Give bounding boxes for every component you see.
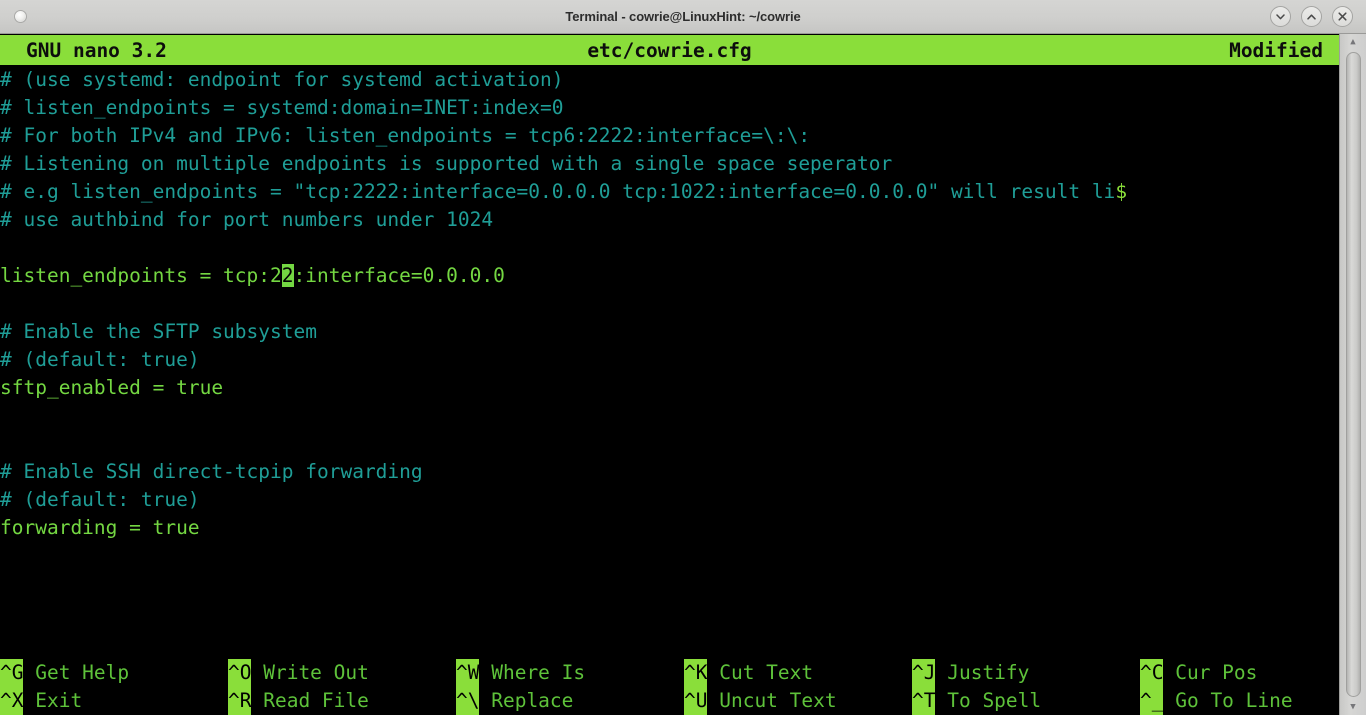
window-menu-dot-icon[interactable] (14, 10, 27, 23)
line-continuation-marker: $ (1115, 180, 1128, 203)
editor-line[interactable]: # listen_endpoints = systemd:domain=INET… (0, 94, 1339, 122)
editor-line[interactable]: # For both IPv4 and IPv6: listen_endpoin… (0, 122, 1339, 150)
shortcut-uncut-text[interactable]: ^U Uncut Text (684, 687, 912, 715)
shortcut-key: ^J (912, 659, 936, 687)
terminal-scrollbar[interactable]: ▲ ▼ (1339, 34, 1366, 715)
shortcut-label: Uncut Text (719, 689, 837, 712)
shortcut-where-is[interactable]: ^W Where Is (456, 659, 684, 687)
shortcut-key: ^G (0, 659, 24, 687)
shortcut-key: ^T (912, 687, 936, 715)
shortcut-to-spell[interactable]: ^T To Spell (912, 687, 1140, 715)
close-icon (1338, 12, 1347, 21)
shortcut-key: ^\ (456, 687, 480, 715)
nano-shortcut-bar: ^G Get Help ^O Write Out ^W Where Is ^K Cut Tex… (0, 655, 1339, 715)
editor-line[interactable]: # (default: true) (0, 346, 1339, 374)
shortcut-label: Write Out (263, 661, 369, 684)
window-controls (1270, 6, 1366, 27)
editor-line[interactable]: # Listening on multiple endpoints is sup… (0, 150, 1339, 178)
terminal-screen[interactable]: GNU nano 3.2 etc/cowrie.cfg Modified # (… (0, 34, 1339, 715)
editor-line[interactable]: # (default: true) (0, 486, 1339, 514)
shortcut-label: Replace (491, 689, 574, 712)
shortcut-key: ^K (684, 659, 708, 687)
nano-title-bar: GNU nano 3.2 etc/cowrie.cfg Modified (0, 34, 1339, 66)
shortcut-label: Exit (35, 689, 83, 712)
shortcut-write-out[interactable]: ^O Write Out (228, 659, 456, 687)
shortcut-go-to-line[interactable]: ^_ Go To Line (1140, 687, 1366, 715)
nano-version-label: GNU nano 3.2 (26, 38, 167, 62)
text-cursor: 2 (281, 264, 294, 287)
maximize-button[interactable] (1301, 6, 1322, 27)
titlebar-left-area (0, 10, 134, 23)
scrollbar-track[interactable] (1340, 50, 1366, 699)
editor-line[interactable]: # (use systemd: endpoint for systemd act… (0, 66, 1339, 94)
close-button[interactable] (1332, 6, 1353, 27)
shortcut-cur-pos[interactable]: ^C Cur Pos (1140, 659, 1366, 687)
shortcut-exit[interactable]: ^X Exit (0, 687, 228, 715)
shortcut-get-help[interactable]: ^G Get Help (0, 659, 228, 687)
shortcut-label: Justify (947, 661, 1030, 684)
editor-line[interactable]: sftp_enabled = true (0, 374, 1339, 402)
editor-line[interactable] (0, 598, 1339, 626)
shortcut-key: ^_ (1140, 687, 1164, 715)
shortcut-read-file[interactable]: ^R Read File (228, 687, 456, 715)
scrollbar-thumb[interactable] (1345, 52, 1361, 697)
editor-line[interactable] (0, 234, 1339, 262)
editor-line[interactable] (0, 542, 1339, 570)
shortcut-label: Get Help (35, 661, 130, 684)
editor-line[interactable] (0, 290, 1339, 318)
shortcut-key: ^C (1140, 659, 1164, 687)
nano-modified-status: Modified (1229, 38, 1323, 62)
terminal-window: Terminal - cowrie@LinuxHint: ~/cowrie GN… (0, 0, 1366, 715)
scrollbar-down-arrow[interactable]: ▼ (1340, 699, 1366, 715)
nano-shortcut-row-1: ^G Get Help ^O Write Out ^W Where Is ^K Cut Tex… (0, 659, 1339, 687)
chevron-down-icon (1276, 13, 1285, 19)
editor-line[interactable]: listen_endpoints = tcp:22:interface=0.0.… (0, 262, 1339, 290)
shortcut-key: ^R (228, 687, 252, 715)
chevron-up-icon (1307, 13, 1316, 20)
shortcut-key: ^O (228, 659, 252, 687)
shortcut-key: ^W (456, 659, 480, 687)
editor-line[interactable] (0, 402, 1339, 430)
editor-line[interactable] (0, 430, 1339, 458)
editor-line[interactable] (0, 570, 1339, 598)
nano-text-buffer[interactable]: # (use systemd: endpoint for systemd act… (0, 66, 1339, 655)
editor-line[interactable]: # Enable the SFTP subsystem (0, 318, 1339, 346)
terminal-body: GNU nano 3.2 etc/cowrie.cfg Modified # (… (0, 34, 1366, 715)
shortcut-cut-text[interactable]: ^K Cut Text (684, 659, 912, 687)
nano-shortcut-row-2: ^X Exit ^R Read File ^\ Replace ^U Uncut Text ^T… (0, 687, 1339, 715)
window-titlebar[interactable]: Terminal - cowrie@LinuxHint: ~/cowrie (0, 0, 1366, 34)
nano-filename-label: etc/cowrie.cfg (587, 38, 752, 62)
editor-line[interactable]: forwarding = true (0, 514, 1339, 542)
shortcut-justify[interactable]: ^J Justify (912, 659, 1140, 687)
shortcut-label: Where Is (491, 661, 586, 684)
shortcut-label: Go To Line (1175, 689, 1293, 712)
shortcut-replace[interactable]: ^\ Replace (456, 687, 684, 715)
window-title: Terminal - cowrie@LinuxHint: ~/cowrie (565, 9, 801, 24)
minimize-button[interactable] (1270, 6, 1291, 27)
shortcut-label: Read File (263, 689, 369, 712)
shortcut-key: ^X (0, 687, 24, 715)
editor-line[interactable]: # Enable SSH direct-tcpip forwarding (0, 458, 1339, 486)
editor-line[interactable]: # use authbind for port numbers under 10… (0, 206, 1339, 234)
scrollbar-up-arrow[interactable]: ▲ (1340, 34, 1366, 50)
shortcut-label: Cut Text (719, 661, 814, 684)
shortcut-label: Cur Pos (1175, 661, 1258, 684)
shortcut-key: ^U (684, 687, 708, 715)
editor-line[interactable]: # e.g listen_endpoints = "tcp:2222:inter… (0, 178, 1339, 206)
shortcut-label: To Spell (947, 689, 1042, 712)
